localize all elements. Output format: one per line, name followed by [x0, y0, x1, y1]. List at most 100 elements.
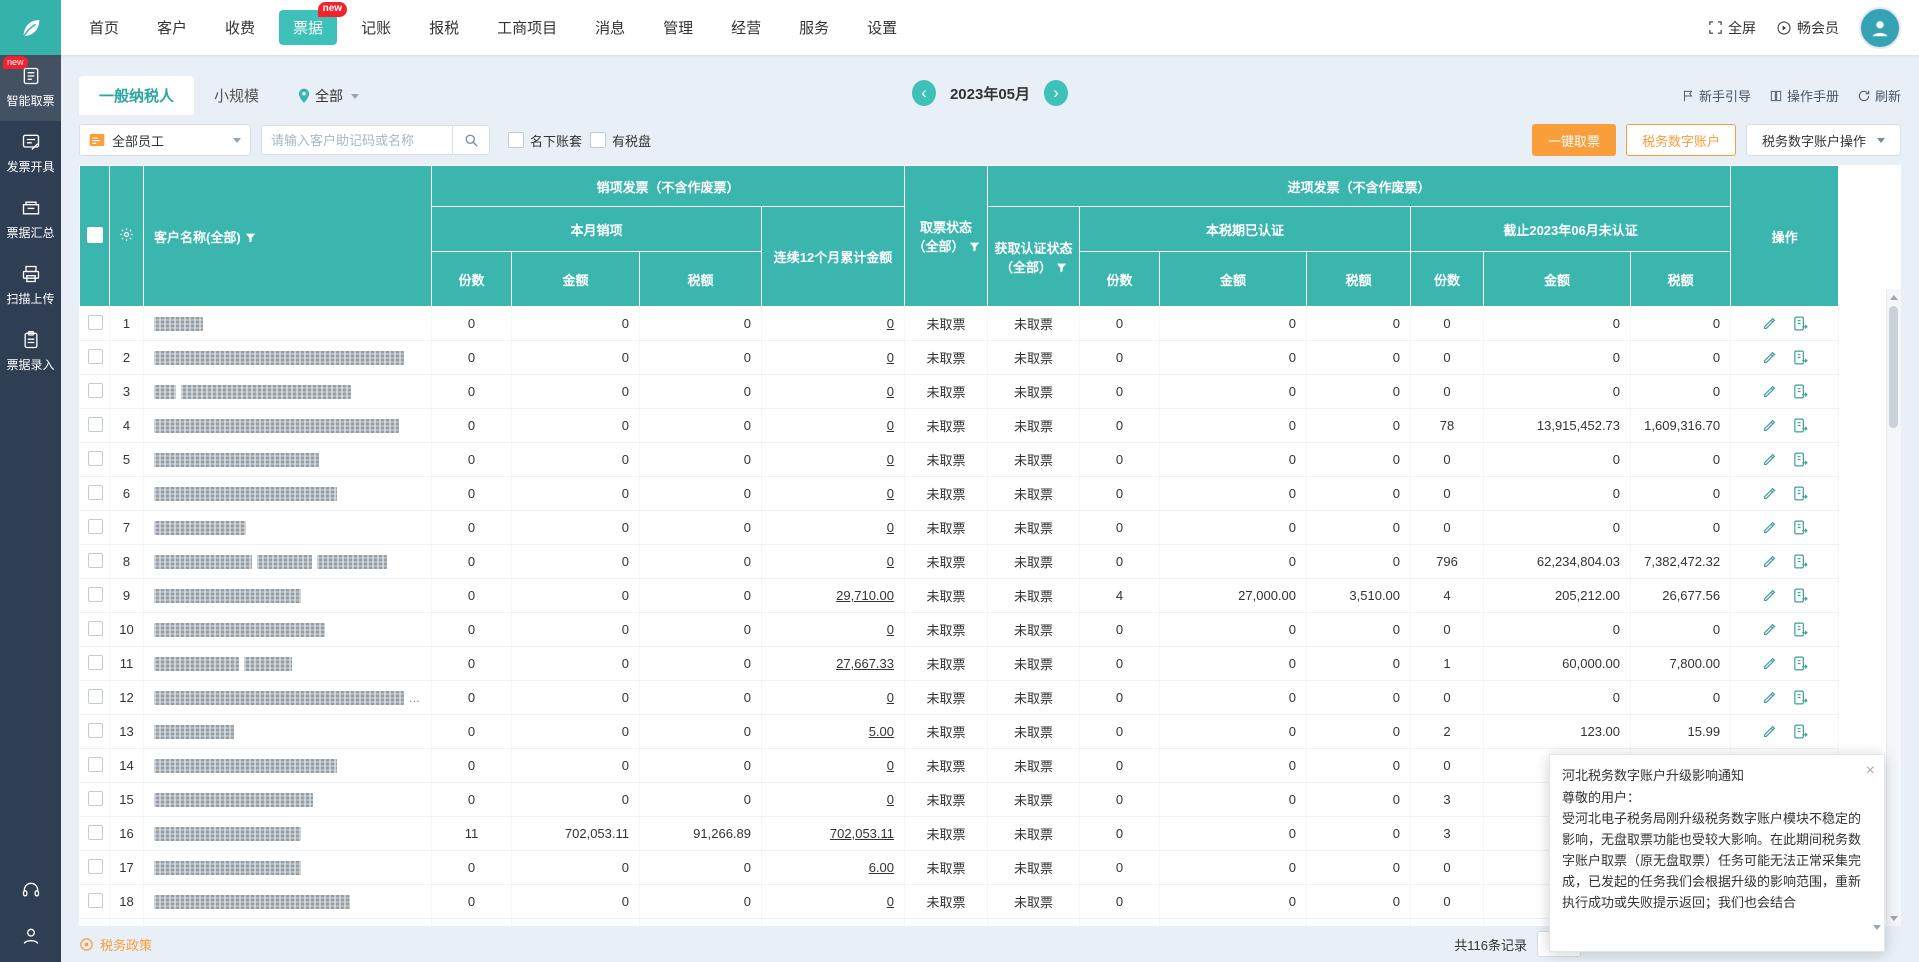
nav-item-4[interactable]: 票据 new [279, 2, 348, 45]
cumulative-amount-link[interactable]: 0 [887, 554, 894, 569]
sidebar-item[interactable]: new 智能取票 [0, 55, 61, 121]
customer-name-header[interactable]: 客户名称(全部) [143, 165, 432, 307]
checkbox[interactable] [590, 132, 607, 148]
region-selector[interactable]: 全部 [297, 86, 360, 115]
cumulative-amount-link[interactable]: 5.00 [869, 724, 894, 739]
tax-policy-link[interactable]: 税务政策 [79, 935, 152, 954]
fullscreen-button[interactable]: 全屏 [1708, 18, 1756, 38]
close-icon[interactable]: × [1866, 758, 1875, 784]
checkbox[interactable] [508, 132, 524, 148]
row-checkbox[interactable] [87, 756, 103, 772]
nav-item-9[interactable]: 管理 [649, 10, 707, 45]
row-checkbox[interactable] [87, 824, 103, 840]
prev-month-button[interactable]: ‹ [911, 80, 936, 106]
row-checkbox[interactable] [87, 858, 103, 874]
invoice-detail-icon[interactable] [1792, 383, 1809, 400]
row-checkbox[interactable] [87, 552, 103, 568]
cumulative-amount-link[interactable]: 0 [887, 486, 894, 501]
member-button[interactable]: 畅会员 [1776, 18, 1839, 38]
edit-icon[interactable] [1761, 621, 1778, 638]
edit-icon[interactable] [1761, 723, 1778, 740]
cumulative-amount-link[interactable]: 29,710.00 [836, 588, 894, 603]
column-settings-gear-icon[interactable] [119, 227, 134, 242]
edit-icon[interactable] [1761, 485, 1778, 502]
nav-item-3[interactable]: 收费 [211, 10, 269, 45]
toolbar-link[interactable]: 新手引导 [1681, 86, 1751, 105]
invoice-detail-icon[interactable] [1792, 723, 1809, 740]
select-all-checkbox[interactable] [86, 226, 103, 243]
tab-small-scale[interactable]: 小规模 [194, 76, 279, 115]
row-checkbox[interactable] [87, 586, 103, 602]
toolbar-link[interactable]: 刷新 [1857, 86, 1901, 105]
scrollbar-thumb[interactable] [1889, 306, 1898, 428]
invoice-detail-icon[interactable] [1792, 655, 1809, 672]
sidebar-item[interactable]: 票据汇总 [0, 187, 61, 253]
row-checkbox[interactable] [87, 348, 103, 364]
edit-icon[interactable] [1761, 383, 1778, 400]
scroll-up-icon[interactable] [1887, 290, 1900, 304]
cumulative-amount-link[interactable]: 6.00 [869, 860, 894, 875]
row-checkbox[interactable] [87, 790, 103, 806]
row-checkbox[interactable] [87, 688, 103, 704]
cumulative-amount-link[interactable]: 0 [887, 792, 894, 807]
cumulative-amount-link[interactable]: 0 [887, 690, 894, 705]
sidebar-item[interactable]: 发票开具 [0, 121, 61, 187]
invoice-detail-icon[interactable] [1792, 621, 1809, 638]
tax-digital-account-ops-dropdown[interactable]: 税务数字账户操作 [1745, 124, 1901, 156]
nav-item-10[interactable]: 经营 [717, 10, 775, 45]
cumulative-amount-link[interactable]: 27,667.33 [836, 656, 894, 671]
search-button[interactable] [452, 125, 490, 155]
invoice-detail-icon[interactable] [1792, 417, 1809, 434]
nav-item-2[interactable]: 客户 [143, 10, 201, 45]
search-input[interactable] [261, 125, 452, 155]
sidebar-item[interactable]: 票据录入 [0, 319, 61, 385]
nav-item-12[interactable]: 设置 [853, 10, 911, 45]
scroll-down-icon[interactable] [1873, 924, 1881, 948]
filter-funnel-icon[interactable] [1056, 262, 1067, 273]
tab-general-taxpayer[interactable]: 一般纳税人 [79, 76, 195, 115]
cumulative-amount-link[interactable]: 0 [887, 350, 894, 365]
cumulative-amount-link[interactable]: 0 [887, 520, 894, 535]
customer-service-icon[interactable] [21, 926, 41, 946]
edit-icon[interactable] [1761, 315, 1778, 332]
cumulative-amount-link[interactable]: 0 [887, 418, 894, 433]
cert-status-header[interactable]: 获取认证状态（全部） [987, 206, 1081, 307]
row-checkbox[interactable] [87, 484, 103, 500]
app-logo[interactable] [0, 0, 61, 55]
edit-icon[interactable] [1761, 451, 1778, 468]
filter-funnel-icon[interactable] [969, 241, 980, 252]
cumulative-amount-link[interactable]: 0 [887, 758, 894, 773]
invoice-detail-icon[interactable] [1792, 485, 1809, 502]
nav-item-8[interactable]: 消息 [581, 10, 639, 45]
edit-icon[interactable] [1761, 587, 1778, 604]
invoice-detail-icon[interactable] [1792, 519, 1809, 536]
edit-icon[interactable] [1761, 417, 1778, 434]
nav-item-7[interactable]: 工商项目 [483, 10, 571, 45]
edit-icon[interactable] [1761, 519, 1778, 536]
next-month-button[interactable]: › [1044, 80, 1069, 106]
edit-icon[interactable] [1761, 689, 1778, 706]
sidebar-item[interactable]: 扫描上传 [0, 253, 61, 319]
invoice-detail-icon[interactable] [1792, 689, 1809, 706]
cumulative-amount-link[interactable]: 0 [887, 384, 894, 399]
row-checkbox[interactable] [87, 722, 103, 738]
ticket-status-header[interactable]: 取票状态（全部） [904, 165, 989, 307]
filter-checkbox[interactable]: 名下账套 [508, 131, 582, 150]
nav-item-5[interactable]: 记账 [347, 10, 405, 45]
filter-funnel-icon[interactable] [245, 232, 256, 243]
cumulative-amount-link[interactable]: 0 [887, 622, 894, 637]
row-checkbox[interactable] [87, 450, 103, 466]
edit-icon[interactable] [1761, 553, 1778, 570]
row-checkbox[interactable] [87, 314, 103, 330]
user-avatar[interactable] [1859, 6, 1901, 49]
invoice-detail-icon[interactable] [1792, 553, 1809, 570]
invoice-detail-icon[interactable] [1792, 451, 1809, 468]
row-checkbox[interactable] [87, 518, 103, 534]
row-checkbox[interactable] [87, 892, 103, 908]
cumulative-amount-link[interactable]: 0 [887, 316, 894, 331]
nav-item-1[interactable]: 首页 [75, 10, 133, 45]
table-scrollbar[interactable] [1886, 289, 1901, 926]
invoice-detail-icon[interactable] [1792, 315, 1809, 332]
nav-item-11[interactable]: 服务 [785, 10, 843, 45]
row-checkbox[interactable] [87, 654, 103, 670]
